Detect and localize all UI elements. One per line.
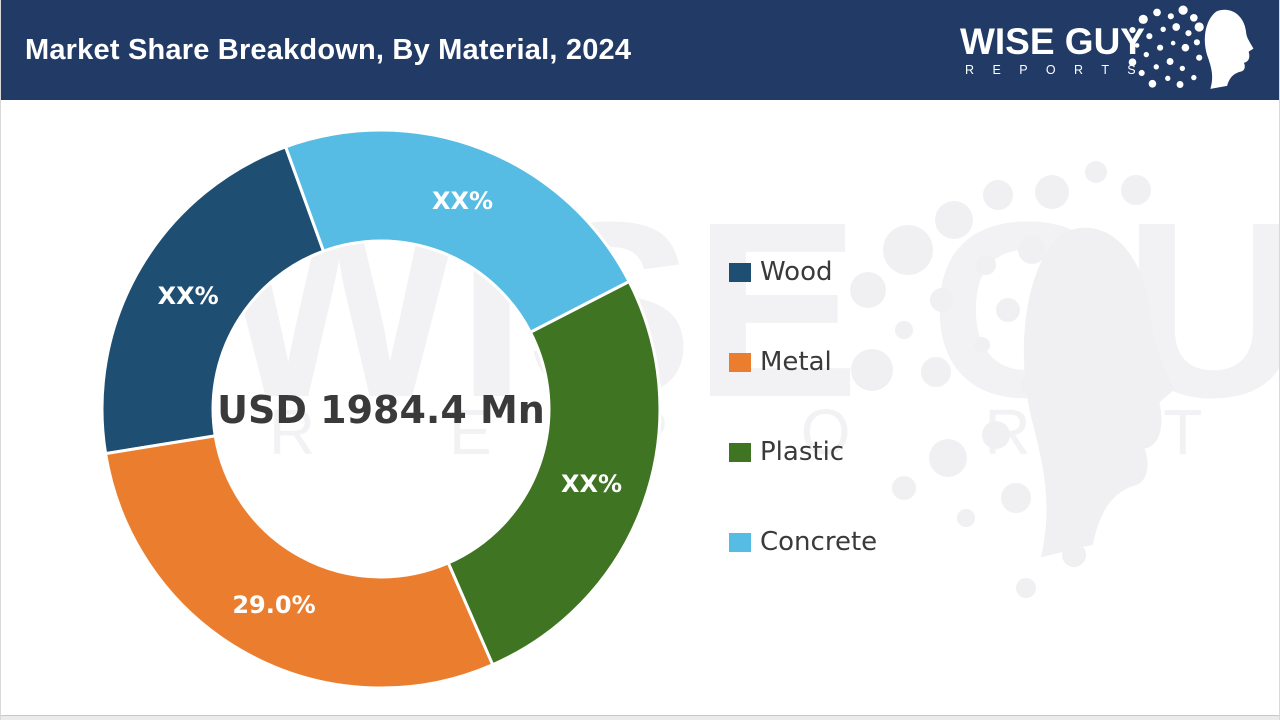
- legend-swatch-concrete: [729, 532, 751, 552]
- chart-title: Market Share Breakdown, By Material, 202…: [25, 33, 632, 66]
- chart-legend: Wood Metal Plastic Concrete: [729, 258, 877, 618]
- header-band: Market Share Breakdown, By Material, 202…: [1, 0, 1279, 100]
- legend-item-concrete: Concrete: [729, 528, 877, 556]
- segment-label-plastic: XX%: [561, 470, 622, 498]
- legend-item-metal: Metal: [729, 348, 877, 376]
- legend-swatch-metal: [729, 352, 751, 372]
- legend-label-wood: Wood: [760, 257, 833, 287]
- donut-center-value: USD 1984.4 Mn: [217, 388, 545, 432]
- logo-face-icon: [1128, 5, 1254, 89]
- donut-segment-metal: [103, 434, 495, 690]
- segment-label-concrete: XX%: [432, 187, 493, 215]
- segment-label-metal: 29.0%: [232, 591, 315, 619]
- segment-label-wood: XX%: [158, 282, 219, 310]
- infographic-page: Market Share Breakdown, By Material, 202…: [0, 0, 1280, 720]
- legend-swatch-plastic: [729, 442, 751, 462]
- bottom-edge-strip: [1, 715, 1279, 720]
- wise-guy-logo: WISE GUY R E P O R T S: [960, 4, 1265, 96]
- donut-segment-plastic: [446, 279, 662, 667]
- donut-chart: USD 1984.4 Mn XX% 29.0% XX% XX%: [100, 128, 662, 690]
- legend-label-plastic: Plastic: [760, 437, 845, 467]
- legend-item-wood: Wood: [729, 258, 877, 286]
- donut-segment-concrete: [283, 128, 632, 335]
- chart-area: WISE GUY R E P O R T S USD 1984.4 Mn XX%…: [1, 100, 1279, 720]
- legend-item-plastic: Plastic: [729, 438, 877, 466]
- legend-label-metal: Metal: [760, 347, 832, 377]
- legend-swatch-wood: [729, 262, 751, 282]
- legend-label-concrete: Concrete: [760, 527, 878, 557]
